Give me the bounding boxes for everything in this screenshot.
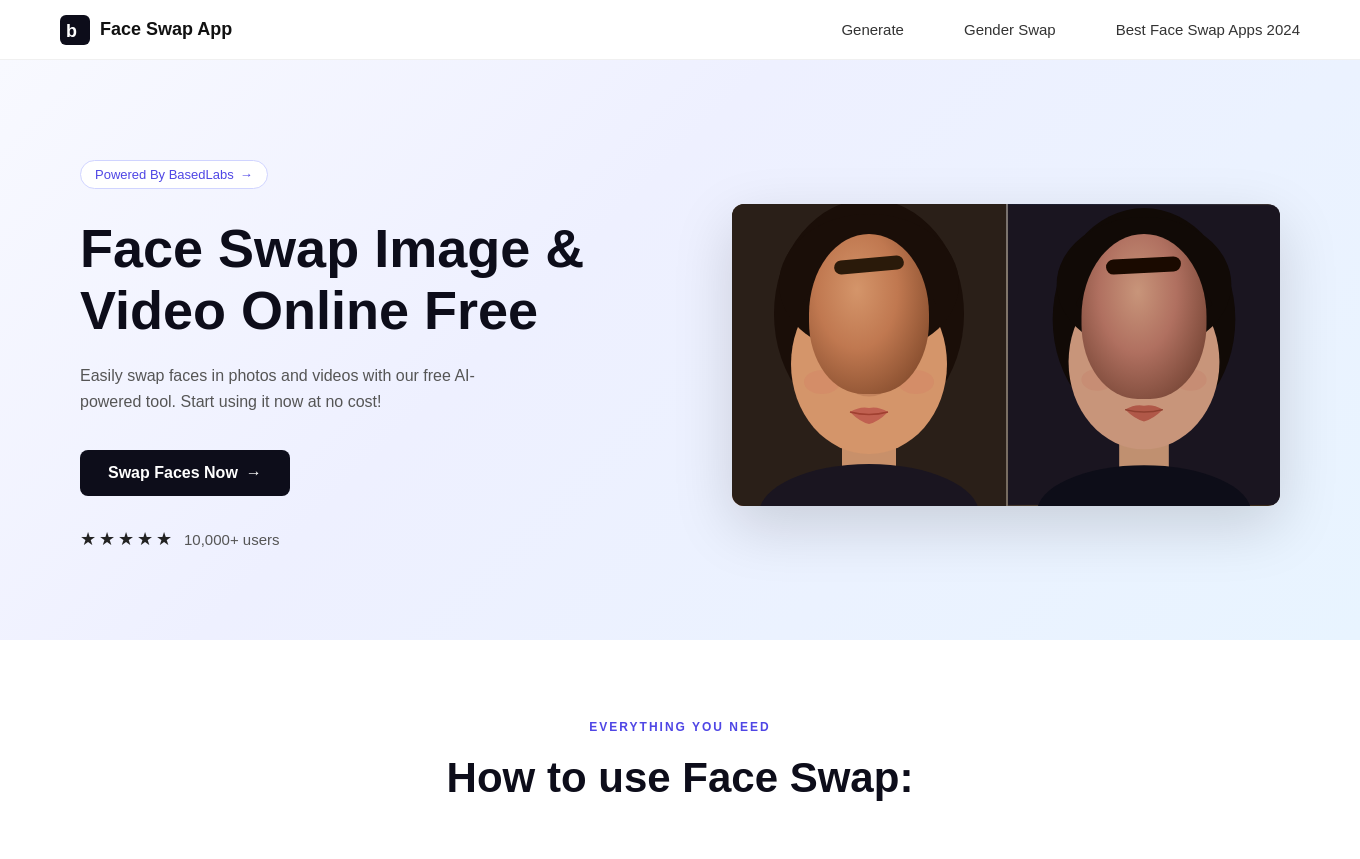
svg-point-16 <box>898 370 934 394</box>
star-5: ★ <box>156 528 172 550</box>
original-face-svg <box>732 204 1006 506</box>
users-count: 10,000+ users <box>184 531 280 548</box>
hero-title-line2: Video Online Free <box>80 280 538 340</box>
nav-item-gender-swap[interactable]: Gender Swap <box>964 21 1056 39</box>
social-proof: ★ ★ ★ ★ ★ 10,000+ users <box>80 528 640 550</box>
svg-point-32 <box>1175 369 1207 391</box>
svg-point-8 <box>831 354 849 370</box>
svg-point-28 <box>1164 353 1181 368</box>
svg-text:b: b <box>66 21 77 41</box>
star-rating: ★ ★ ★ ★ ★ <box>80 528 172 550</box>
svg-point-31 <box>1081 369 1113 391</box>
badge-text: Powered By BasedLabs <box>95 167 234 182</box>
nav-link-gender-swap[interactable]: Gender Swap <box>964 21 1056 38</box>
svg-point-9 <box>835 357 845 367</box>
logo-link[interactable]: b Face Swap App <box>60 15 232 45</box>
logo-text: Face Swap App <box>100 19 232 40</box>
cta-button[interactable]: Swap Faces Now → <box>80 450 290 496</box>
star-3: ★ <box>118 528 134 550</box>
svg-point-22 <box>1057 217 1232 352</box>
svg-point-26 <box>1116 356 1120 360</box>
nav-link-best-apps[interactable]: Best Face Swap Apps 2024 <box>1116 21 1300 38</box>
original-face <box>732 204 1006 506</box>
svg-point-12 <box>889 354 907 370</box>
svg-point-24 <box>1107 353 1124 368</box>
face-swap-preview <box>732 204 1280 506</box>
svg-point-14 <box>899 357 903 361</box>
star-2: ★ <box>99 528 115 550</box>
svg-point-25 <box>1110 355 1120 365</box>
svg-point-30 <box>1173 356 1177 360</box>
star-1: ★ <box>80 528 96 550</box>
nav-item-best-apps[interactable]: Best Face Swap Apps 2024 <box>1116 21 1300 39</box>
svg-point-23 <box>1102 352 1128 369</box>
section-title: How to use Face Swap: <box>80 754 1280 802</box>
hero-section: Powered By BasedLabs → Face Swap Image &… <box>0 60 1360 640</box>
cta-arrow: → <box>246 464 262 482</box>
badge-arrow: → <box>240 167 253 182</box>
svg-point-10 <box>841 357 845 361</box>
svg-point-27 <box>1160 352 1186 369</box>
svg-point-5 <box>791 274 947 454</box>
svg-point-7 <box>826 353 854 371</box>
svg-point-21 <box>1069 275 1220 450</box>
swapped-face <box>1006 204 1280 506</box>
hero-title: Face Swap Image & Video Online Free <box>80 217 640 341</box>
nav-links: Generate Gender Swap Best Face Swap Apps… <box>841 21 1300 39</box>
svg-point-13 <box>893 357 903 367</box>
nav-link-generate[interactable]: Generate <box>841 21 904 38</box>
powered-badge[interactable]: Powered By BasedLabs → <box>80 160 268 189</box>
svg-point-6 <box>779 214 959 354</box>
how-to-section: EVERYTHING YOU NEED How to use Face Swap… <box>0 640 1360 859</box>
swapped-face-svg <box>1008 204 1280 506</box>
star-4: ★ <box>137 528 153 550</box>
cta-label: Swap Faces Now <box>108 464 238 482</box>
hero-subtitle: Easily swap faces in photos and videos w… <box>80 363 520 414</box>
hero-title-line1: Face Swap Image & <box>80 218 584 278</box>
nav-item-generate[interactable]: Generate <box>841 21 904 39</box>
svg-point-11 <box>884 353 912 371</box>
svg-point-29 <box>1168 355 1178 365</box>
navbar: b Face Swap App Generate Gender Swap Bes… <box>0 0 1360 60</box>
hero-left: Powered By BasedLabs → Face Swap Image &… <box>80 160 640 550</box>
hero-right <box>640 204 1280 506</box>
section-eyebrow: EVERYTHING YOU NEED <box>80 720 1280 734</box>
svg-point-15 <box>804 370 840 394</box>
logo-icon: b <box>60 15 90 45</box>
